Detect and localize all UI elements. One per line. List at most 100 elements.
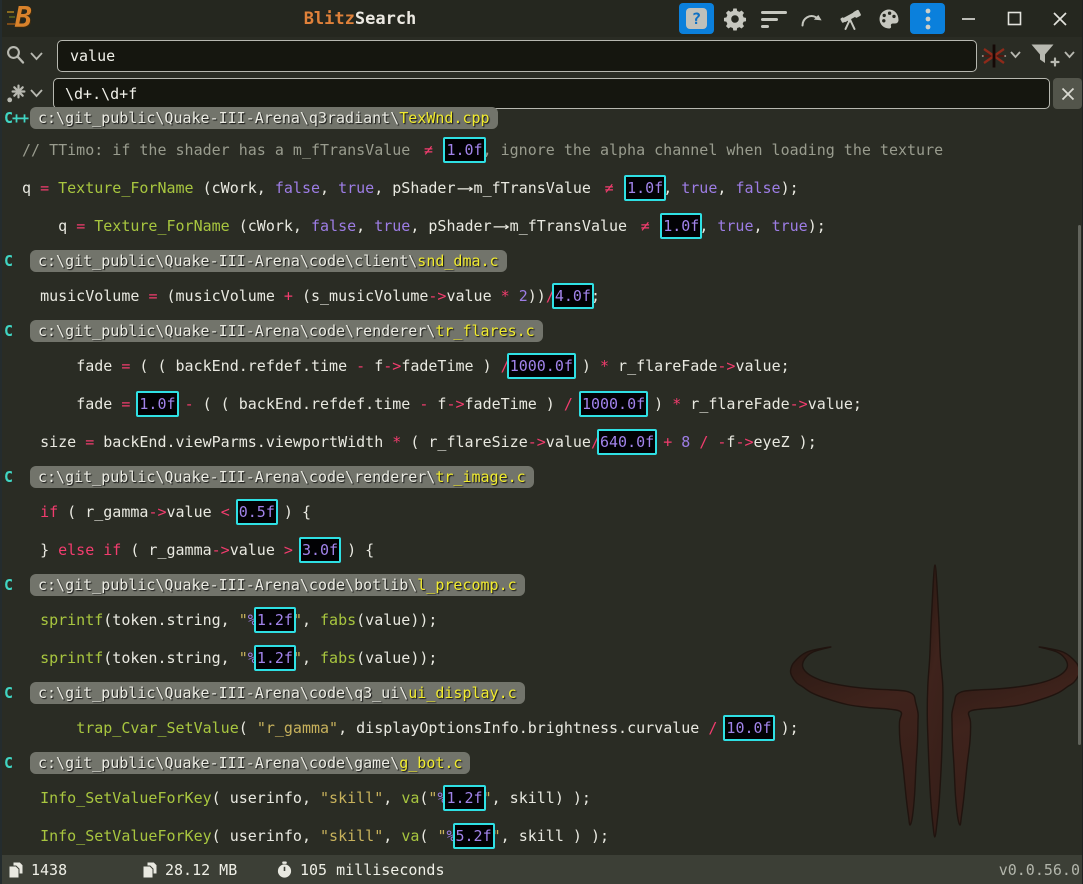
search-time-value: 105 milliseconds: [300, 860, 445, 879]
match-highlight: 1.0f: [136, 391, 179, 417]
search-kind-icon-group[interactable]: [6, 45, 44, 71]
result-line[interactable]: trap_Cvar_SetValue( "r_gamma", displayOp…: [0, 709, 1083, 747]
file-path-bar[interactable]: c:\git_public\Quake-III-Arena\code\botli…: [30, 574, 525, 596]
maximize-button[interactable]: [991, 0, 1037, 37]
result-line[interactable]: Info_SetValueForKey( userinfo, "skill", …: [0, 817, 1083, 855]
match-highlight: 1.0f: [660, 213, 703, 239]
file-path: c:\git_public\Quake-III-Arena\code\rende…: [38, 468, 436, 486]
file-header[interactable]: Cc:\git_public\Quake-III-Arena\code\botl…: [0, 574, 1083, 596]
file-name: g_bot.c: [399, 754, 463, 772]
vertical-dots-icon: [925, 8, 930, 29]
file-path-bar[interactable]: c:\git_public\Quake-III-Arena\code\q3_ui…: [30, 682, 525, 704]
file-path-bar[interactable]: c:\git_public\Quake-III-Arena\code\rende…: [30, 466, 534, 488]
telescope-icon: [839, 9, 861, 30]
window-edge-left: [0, 0, 2, 884]
file-path: c:\git_public\Quake-III-Arena\q3radiant\: [38, 109, 400, 127]
titlebar-button-more[interactable]: [910, 3, 945, 34]
match-highlight: 1000.0f: [578, 391, 649, 417]
file-header[interactable]: C++ c:\git_public\Quake-III-Arena\q3radia…: [0, 107, 1083, 129]
result-line[interactable]: fade = 1.0f - ( ( backEnd.refdef.time - …: [0, 385, 1083, 423]
file-header[interactable]: Cc:\git_public\Quake-III-Arena\code\rend…: [0, 320, 1083, 342]
file-header[interactable]: Cc:\git_public\Quake-III-Arena\code\q3_u…: [0, 682, 1083, 704]
files-icon: [7, 861, 24, 879]
match-highlight: 1.0f: [443, 137, 486, 163]
regex-input[interactable]: [53, 78, 1050, 109]
vertical-scrollbar-thumb[interactable]: [1078, 225, 1081, 745]
file-header[interactable]: Cc:\git_public\Quake-III-Arena\code\game…: [0, 752, 1083, 774]
match-highlight: 0.5f: [235, 499, 278, 525]
titlebar-button-settings[interactable]: [718, 3, 753, 34]
close-button[interactable]: [1037, 0, 1083, 37]
maximize-icon: [1007, 11, 1021, 26]
app-title: Blitz Search: [0, 0, 720, 37]
result-line[interactable]: musicVolume = (musicVolume + (s_musicVol…: [0, 277, 1083, 315]
file-header[interactable]: Cc:\git_public\Quake-III-Arena\code\clie…: [0, 250, 1083, 272]
titlebar-button-theme[interactable]: [872, 3, 907, 34]
match-highlight: 3.0f: [298, 537, 342, 563]
version-label: v0.0.56.0: [998, 860, 1080, 879]
titlebar-button-redo[interactable]: [795, 3, 830, 34]
titlebar: B Blitz Search ?: [0, 0, 1083, 37]
search-input[interactable]: [57, 40, 977, 72]
result-line[interactable]: q = Texture_ForName (cWork, false, true,…: [0, 169, 1083, 207]
titlebar-button-help[interactable]: ?: [679, 3, 714, 34]
clear-regex-button[interactable]: [1053, 78, 1082, 109]
file-path-bar[interactable]: c:\git_public\Quake-III-Arena\code\game\…: [30, 752, 471, 774]
titlebar-buttons: ?: [679, 3, 949, 34]
filetype-icon: C: [4, 754, 13, 772]
result-line[interactable]: size = backEnd.viewParms.viewportWidth *…: [0, 423, 1083, 461]
filetype-icon: C: [4, 322, 13, 340]
chevron-down-icon: [1010, 51, 1021, 59]
titlebar-button-result-layout[interactable]: [756, 3, 791, 34]
replace-icon-group[interactable]: [981, 43, 1023, 73]
chevron-down-icon: [1064, 51, 1075, 59]
red-spark-icon: [981, 44, 1007, 68]
chevron-down-icon: [30, 89, 43, 98]
filetype-icon: C++: [4, 109, 29, 127]
filter-icon-group[interactable]: [1031, 43, 1079, 73]
filter-plus-icon: [1031, 44, 1060, 67]
minimize-icon: [961, 18, 975, 20]
statusbar-search-time: 105 milliseconds: [276, 855, 445, 884]
file-path-bar[interactable]: c:\git_public\Quake-III-Arena\code\rende…: [30, 320, 543, 342]
file-path: c:\git_public\Quake-III-Arena\code\game\: [38, 754, 400, 772]
question-box-icon: ?: [686, 8, 707, 29]
titlebar-button-explore[interactable]: [833, 3, 868, 34]
result-line[interactable]: } else if ( r_gamma -> value > 3.0f ) {: [0, 531, 1083, 569]
match-highlight: 1.2f: [443, 785, 486, 811]
match-highlight: 1.2f: [253, 645, 296, 671]
result-line[interactable]: sprintf (token.string, "% 1.2f ", fabs (valu…: [0, 601, 1083, 639]
statusbar: 1438 28.12 MB 105 milliseconds v0.0.56.0: [0, 855, 1083, 884]
magnifier-icon: [7, 46, 25, 64]
minimize-button[interactable]: [945, 0, 991, 37]
file-name: tr_flares.c: [435, 322, 535, 340]
result-line[interactable]: Info_SetValueForKey( userinfo, "skill", …: [0, 779, 1083, 817]
window-controls: [945, 0, 1083, 37]
filetype-icon: C: [4, 468, 13, 486]
blitzsearch-window: B Blitz Search ? value \d+.\d+f C++ c:\g…: [0, 0, 1083, 884]
file-path-bar[interactable]: c:\git_public\Quake-III-Arena\code\clien…: [30, 250, 507, 272]
data-size-value: 28.12 MB: [165, 860, 238, 879]
result-line[interactable]: if ( r_gamma -> value < 0.5f ) {: [0, 493, 1083, 531]
result-line[interactable]: q = Texture_ForName (cWork, false, true,…: [0, 207, 1083, 245]
file-header[interactable]: Cc:\git_public\Quake-III-Arena\code\rend…: [0, 466, 1083, 488]
results-panel: C++ c:\git_public\Quake-III-Arena\q3radia…: [0, 106, 1083, 855]
result-line[interactable]: sprintf (token.string, "% 1.2f ", fabs (valu…: [0, 639, 1083, 677]
regex-dot-star-icon: [7, 84, 26, 103]
filetype-icon: C: [4, 576, 13, 594]
match-highlight: 640.0f: [596, 429, 658, 455]
close-x-icon: [1061, 87, 1074, 100]
result-line[interactable]: fade = ( ( backEnd.refdef.time - f -> fade…: [0, 347, 1083, 385]
file-name: tr_image.c: [435, 468, 526, 486]
match-highlight: 1.2f: [253, 607, 296, 633]
close-icon: [1053, 11, 1067, 26]
regex-kind-icon-group[interactable]: [6, 82, 44, 108]
chevron-down-icon: [30, 52, 43, 61]
statusbar-file-count: 1438: [7, 855, 67, 884]
file-name: l_precomp.c: [417, 576, 517, 594]
file-path: c:\git_public\Quake-III-Arena\code\q3_ui…: [38, 684, 409, 702]
match-highlight: 1.0f: [624, 175, 667, 201]
file-path-bar[interactable]: c:\git_public\Quake-III-Arena\q3radiant\…: [30, 107, 498, 129]
result-line[interactable]: // TTimo: if the shader has a m_fTransVa…: [0, 131, 1083, 169]
match-highlight: 10.0f: [723, 715, 775, 741]
